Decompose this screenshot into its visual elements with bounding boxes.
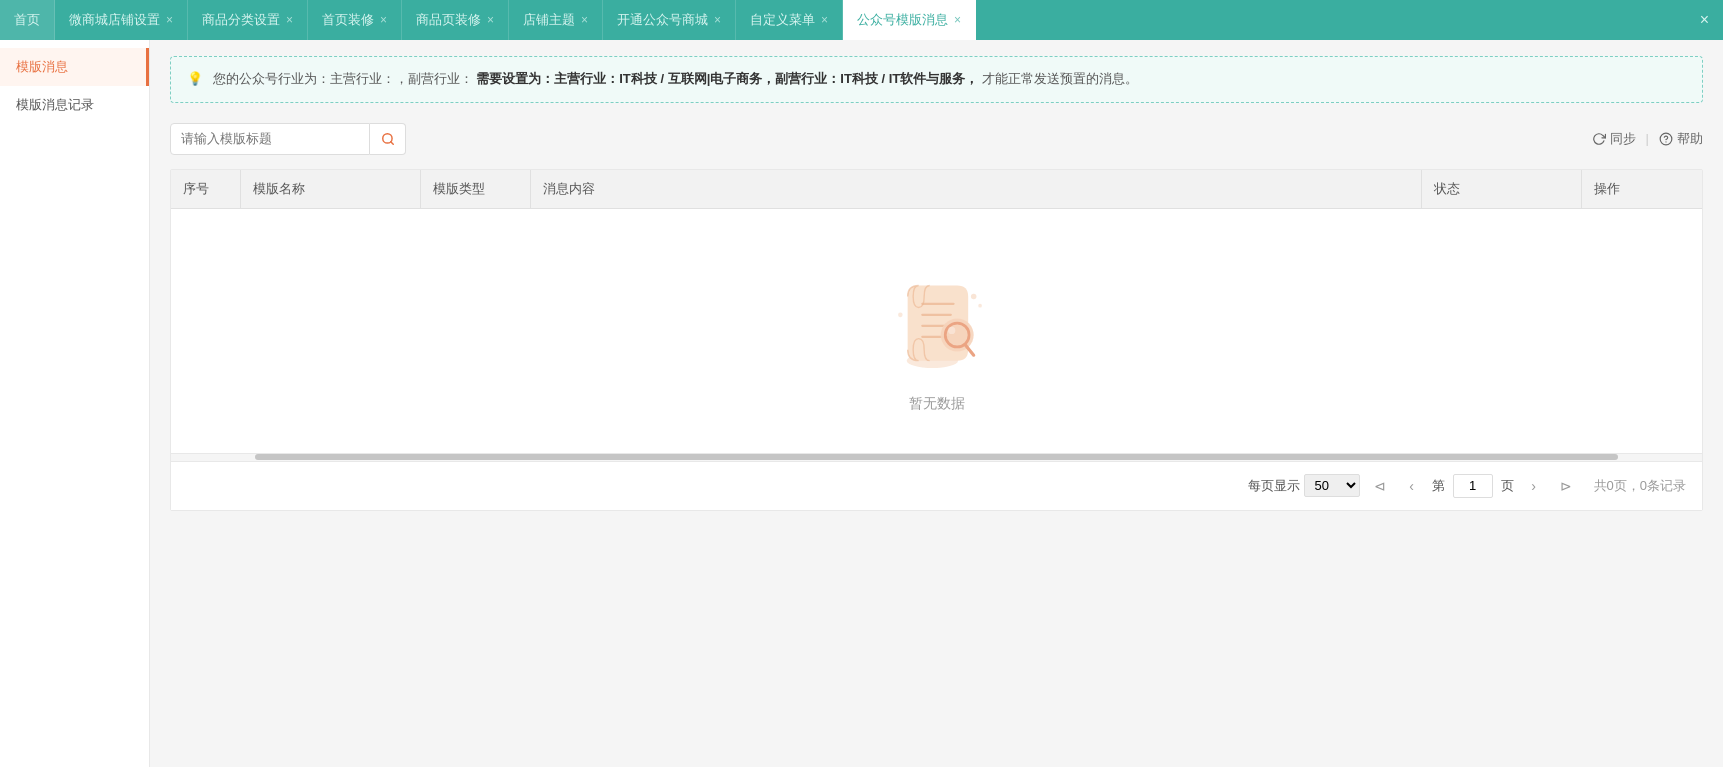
notice-prefix: 您的公众号行业为：主营行业：，副营行业： bbox=[213, 71, 473, 86]
tab-open-wechat-close[interactable]: × bbox=[714, 13, 721, 27]
search-bar: 同步 | 帮助 bbox=[170, 123, 1703, 155]
page-last-button[interactable]: ⊳ bbox=[1554, 474, 1578, 498]
page-word: 第 bbox=[1432, 477, 1445, 495]
tab-micro-shop-label: 微商城店铺设置 bbox=[69, 11, 160, 29]
notice-box: 💡 您的公众号行业为：主营行业：，副营行业： 需要设置为：主营行业：IT科技 /… bbox=[170, 56, 1703, 103]
col-status: 状态 bbox=[1422, 170, 1582, 208]
sync-icon bbox=[1592, 132, 1606, 146]
tab-open-wechat-label: 开通公众号商城 bbox=[617, 11, 708, 29]
help-button[interactable]: 帮助 bbox=[1659, 130, 1703, 148]
tab-product-category-close[interactable]: × bbox=[286, 13, 293, 27]
tab-home[interactable]: 首页 bbox=[0, 0, 55, 40]
svg-point-14 bbox=[978, 304, 982, 308]
table-header: 序号 模版名称 模版类型 消息内容 状态 操作 bbox=[171, 170, 1702, 209]
col-type: 模版类型 bbox=[421, 170, 531, 208]
notice-highlight: 需要设置为：主营行业：IT科技 / 互联网|电子商务，副营行业：IT科技 / I… bbox=[476, 71, 978, 86]
tab-home-decor-close[interactable]: × bbox=[380, 13, 387, 27]
page-prev-button[interactable]: ‹ bbox=[1400, 474, 1424, 498]
sidebar-item-template-msg-log[interactable]: 模版消息记录 bbox=[0, 86, 149, 124]
empty-text: 暂无数据 bbox=[909, 395, 965, 413]
tab-home-label: 首页 bbox=[14, 11, 40, 29]
tab-product-category-label: 商品分类设置 bbox=[202, 11, 280, 29]
tab-bar-close-all[interactable]: × bbox=[1686, 11, 1723, 29]
tab-product-category[interactable]: 商品分类设置 × bbox=[188, 0, 308, 40]
divider: | bbox=[1646, 131, 1649, 146]
col-seq: 序号 bbox=[171, 170, 241, 208]
tab-home-decor-label: 首页装修 bbox=[322, 11, 374, 29]
page-size-label: 每页显示 bbox=[1248, 477, 1300, 495]
empty-state: 暂无数据 bbox=[171, 209, 1702, 453]
page-first-button[interactable]: ⊲ bbox=[1368, 474, 1392, 498]
sidebar-item-template-msg-label: 模版消息 bbox=[16, 59, 68, 74]
tab-template-msg-label: 公众号模版消息 bbox=[857, 11, 948, 29]
col-content: 消息内容 bbox=[531, 170, 1422, 208]
tab-micro-shop[interactable]: 微商城店铺设置 × bbox=[55, 0, 188, 40]
notice-suffix: 才能正常发送预置的消息。 bbox=[982, 71, 1138, 86]
svg-point-12 bbox=[948, 327, 955, 334]
svg-point-15 bbox=[898, 312, 903, 317]
page-word2: 页 bbox=[1501, 477, 1514, 495]
sync-button[interactable]: 同步 bbox=[1592, 130, 1636, 148]
tab-shop-theme[interactable]: 店铺主题 × bbox=[509, 0, 603, 40]
tab-open-wechat[interactable]: 开通公众号商城 × bbox=[603, 0, 736, 40]
help-icon bbox=[1659, 132, 1673, 146]
help-label: 帮助 bbox=[1677, 130, 1703, 148]
main-layout: 模版消息 模版消息记录 💡 您的公众号行业为：主营行业：，副营行业： 需要设置为… bbox=[0, 40, 1723, 767]
svg-point-13 bbox=[970, 294, 976, 300]
content-area: 💡 您的公众号行业为：主营行业：，副营行业： 需要设置为：主营行业：IT科技 /… bbox=[150, 40, 1723, 767]
pagination: 每页显示 10 20 50 100 ⊲ ‹ 第 页 › ⊳ 共0页，0条记录 bbox=[171, 461, 1702, 510]
page-size-selector: 每页显示 10 20 50 100 bbox=[1248, 474, 1360, 497]
tab-bar: 首页 微商城店铺设置 × 商品分类设置 × 首页装修 × 商品页装修 × 店铺主… bbox=[0, 0, 1723, 40]
col-action: 操作 bbox=[1582, 170, 1702, 208]
search-icon bbox=[381, 132, 395, 146]
tab-product-decor-label: 商品页装修 bbox=[416, 11, 481, 29]
search-right: 同步 | 帮助 bbox=[1592, 130, 1703, 148]
tab-product-decor-close[interactable]: × bbox=[487, 13, 494, 27]
sidebar-item-template-msg[interactable]: 模版消息 bbox=[0, 48, 149, 86]
tab-custom-menu[interactable]: 自定义菜单 × bbox=[736, 0, 843, 40]
tab-home-decor[interactable]: 首页装修 × bbox=[308, 0, 402, 40]
svg-line-1 bbox=[390, 142, 393, 145]
tab-template-msg-close[interactable]: × bbox=[954, 13, 961, 27]
scroll-thumb[interactable] bbox=[255, 454, 1619, 460]
page-next-button[interactable]: › bbox=[1522, 474, 1546, 498]
page-number-input[interactable] bbox=[1453, 474, 1493, 498]
tab-template-msg[interactable]: 公众号模版消息 × bbox=[843, 0, 976, 40]
tab-product-decor[interactable]: 商品页装修 × bbox=[402, 0, 509, 40]
tab-shop-theme-label: 店铺主题 bbox=[523, 11, 575, 29]
sidebar: 模版消息 模版消息记录 bbox=[0, 40, 150, 767]
search-input[interactable] bbox=[170, 123, 370, 155]
search-left bbox=[170, 123, 406, 155]
sidebar-item-template-msg-log-label: 模版消息记录 bbox=[16, 97, 94, 112]
search-button[interactable] bbox=[370, 123, 406, 155]
table-wrapper: 序号 模版名称 模版类型 消息内容 状态 操作 bbox=[170, 169, 1703, 511]
total-info: 共0页，0条记录 bbox=[1594, 477, 1686, 495]
tab-micro-shop-close[interactable]: × bbox=[166, 13, 173, 27]
tab-shop-theme-close[interactable]: × bbox=[581, 13, 588, 27]
empty-illustration bbox=[882, 269, 992, 379]
page-size-select[interactable]: 10 20 50 100 bbox=[1304, 474, 1360, 497]
tab-custom-menu-close[interactable]: × bbox=[821, 13, 828, 27]
notice-icon: 💡 bbox=[187, 71, 203, 86]
scroll-track[interactable] bbox=[171, 453, 1702, 461]
col-name: 模版名称 bbox=[241, 170, 421, 208]
sync-label: 同步 bbox=[1610, 130, 1636, 148]
tab-custom-menu-label: 自定义菜单 bbox=[750, 11, 815, 29]
